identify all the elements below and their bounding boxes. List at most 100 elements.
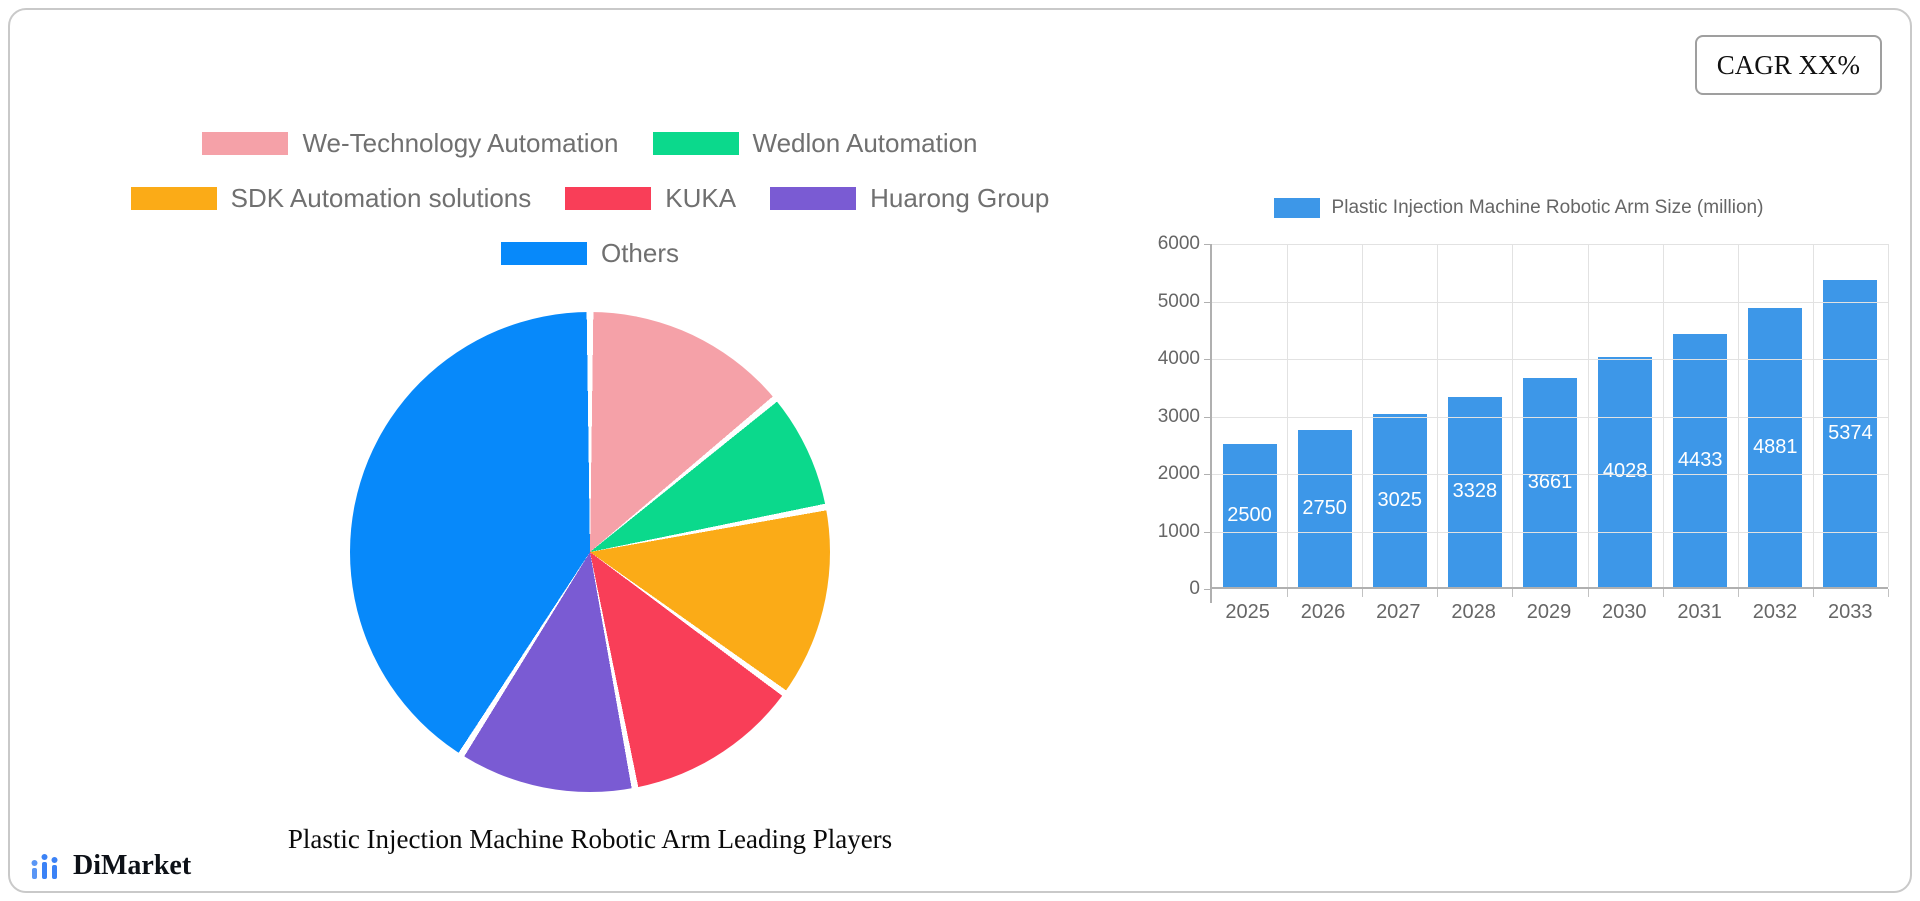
y-tick-label: 1000 [1157, 520, 1200, 542]
gridline-v [1737, 244, 1739, 587]
legend-label: We-Technology Automation [302, 128, 619, 158]
gridline-v [1512, 244, 1514, 587]
x-label: 2030 [1602, 601, 1647, 623]
y-axis-tick [1204, 301, 1210, 303]
x-label: 2028 [1451, 601, 1496, 623]
bar-legend: Plastic Injection Machine Robotic Arm Si… [1146, 196, 1891, 220]
legend-swatch [202, 132, 289, 155]
x-axis-tick [1287, 589, 1289, 597]
pie-legend-item-2: SDK Automation solutions [130, 183, 532, 214]
bar-2029: 3661 [1522, 377, 1578, 587]
pie-legend-row: Others [500, 238, 679, 269]
y-axis-tick [1204, 531, 1210, 533]
x-label: 2025 [1225, 601, 1270, 623]
bar-2030: 4028 [1598, 356, 1653, 587]
legend-label: Huarong Group [870, 183, 1050, 213]
pie-legend-row: SDK Automation solutions KUKA Huarong Grou… [130, 183, 1050, 214]
legend-label: Wedlon Automation [752, 128, 978, 158]
bar-series: 2500 2750 3025 3328 3661 4028 4433 4881 5374 [1212, 244, 1888, 587]
bar-value-label: 4881 [1753, 435, 1798, 458]
y-axis-tick [1204, 589, 1210, 590]
bar-plot-area: 2500 2750 3025 3328 3661 4028 4433 4881 5374 [1204, 244, 1889, 603]
y-axis-tick [1204, 416, 1210, 418]
y-axis-stub [1210, 587, 1212, 603]
gridline-h [1212, 301, 1888, 303]
bar-slot: 2750 [1287, 244, 1362, 587]
x-label: 2029 [1526, 601, 1572, 623]
x-label: 2027 [1376, 601, 1421, 623]
y-tick-label: 6000 [1157, 233, 1200, 254]
pie-legend-item-5: Others [500, 238, 679, 269]
y-axis-tick [1204, 244, 1210, 245]
bar-slot: 3328 [1437, 244, 1512, 587]
gridline-h [1212, 359, 1888, 360]
bar-value-label: 5374 [1828, 421, 1873, 444]
legend-label: Others [600, 238, 679, 268]
bar-2033: 5374 [1823, 279, 1878, 587]
bar-value-label: 4028 [1602, 460, 1648, 483]
gridline-h [1212, 531, 1888, 533]
bar-2028: 3328 [1447, 396, 1502, 587]
bar-value-label: 4433 [1677, 448, 1723, 471]
bar-slot: 4028 [1588, 244, 1663, 587]
gridline-v [1888, 244, 1889, 587]
gridline-v [1287, 244, 1289, 587]
bar-2032: 4881 [1748, 307, 1803, 587]
pie-chart-title: Plastic Injection Machine Robotic Arm Le… [287, 824, 893, 854]
x-axis-tick [1888, 589, 1889, 597]
legend-swatch [770, 187, 857, 210]
bar-x-axis-labels: 2025 2026 2027 2028 2029 2030 2031 2032 2033 [1210, 601, 1888, 624]
bar-slot: 5374 [1813, 244, 1888, 587]
gridline-v [1812, 244, 1814, 587]
pie-legend: We-Technology Automation Wedlon Automatio… [130, 128, 1050, 269]
x-label: 2026 [1300, 601, 1346, 623]
legend-label: SDK Automation solutions [230, 183, 532, 213]
gridline-v [1662, 244, 1664, 587]
pie-chart [350, 312, 830, 792]
y-axis-tick [1204, 359, 1210, 360]
x-axis-tick [1512, 589, 1514, 597]
cagr-label: CAGR XX% [1716, 49, 1860, 80]
legend-swatch [565, 187, 652, 210]
bar-slot: 3025 [1362, 244, 1437, 587]
pie-chart-panel: We-Technology Automation Wedlon Automatio… [90, 128, 1090, 855]
bar-2025: 2500 [1222, 444, 1277, 587]
report-canvas: CAGR XX% We-Technology Automation Wedlon … [0, 0, 1920, 901]
x-axis-tick [1437, 589, 1439, 597]
pie-legend-row: We-Technology Automation Wedlon Automatio… [202, 128, 978, 159]
x-axis-tick [1587, 589, 1589, 597]
x-axis-tick [1737, 589, 1739, 597]
bar-2027: 3025 [1372, 414, 1427, 587]
legend-swatch [652, 132, 739, 155]
y-axis-tick [1204, 474, 1210, 475]
bar-value-label: 3025 [1377, 489, 1423, 512]
x-axis-tick [1662, 589, 1664, 597]
gridline-v [1587, 244, 1589, 587]
legend-swatch [500, 242, 587, 265]
gridline-h [1212, 474, 1888, 475]
legend-swatch [130, 187, 217, 210]
y-tick-label: 5000 [1157, 290, 1200, 312]
bar-slot: 2500 [1212, 244, 1287, 587]
y-tick-label: 2000 [1157, 463, 1200, 484]
bar-y-axis: 0 1000 2000 3000 4000 5000 6000 [1146, 233, 1210, 599]
x-label: 2033 [1828, 601, 1873, 623]
x-axis-tick [1812, 589, 1814, 597]
y-tick-label: 4000 [1157, 348, 1200, 369]
pie-legend-item-0: We-Technology Automation [202, 128, 619, 159]
bar-2031: 4433 [1673, 333, 1728, 587]
gridline-v [1437, 244, 1439, 587]
bar-slot: 3661 [1512, 244, 1587, 587]
bar-chart-panel: Plastic Injection Machine Robotic Arm Si… [1146, 196, 1891, 624]
gridline-h [1212, 416, 1888, 418]
bar-chart-icon [31, 854, 58, 879]
bar-legend-label: Plastic Injection Machine Robotic Arm Si… [1331, 197, 1764, 218]
bar-value-label: 2750 [1302, 496, 1347, 519]
bar-value-label: 3328 [1452, 480, 1498, 503]
y-tick-label: 3000 [1157, 405, 1200, 427]
pie-legend-item-3: KUKA [565, 183, 736, 214]
bar-value-label: 2500 [1227, 504, 1272, 527]
bar-legend-swatch [1273, 198, 1320, 218]
gridline-v [1362, 244, 1364, 587]
pie-legend-item-1: Wedlon Automation [652, 128, 978, 159]
